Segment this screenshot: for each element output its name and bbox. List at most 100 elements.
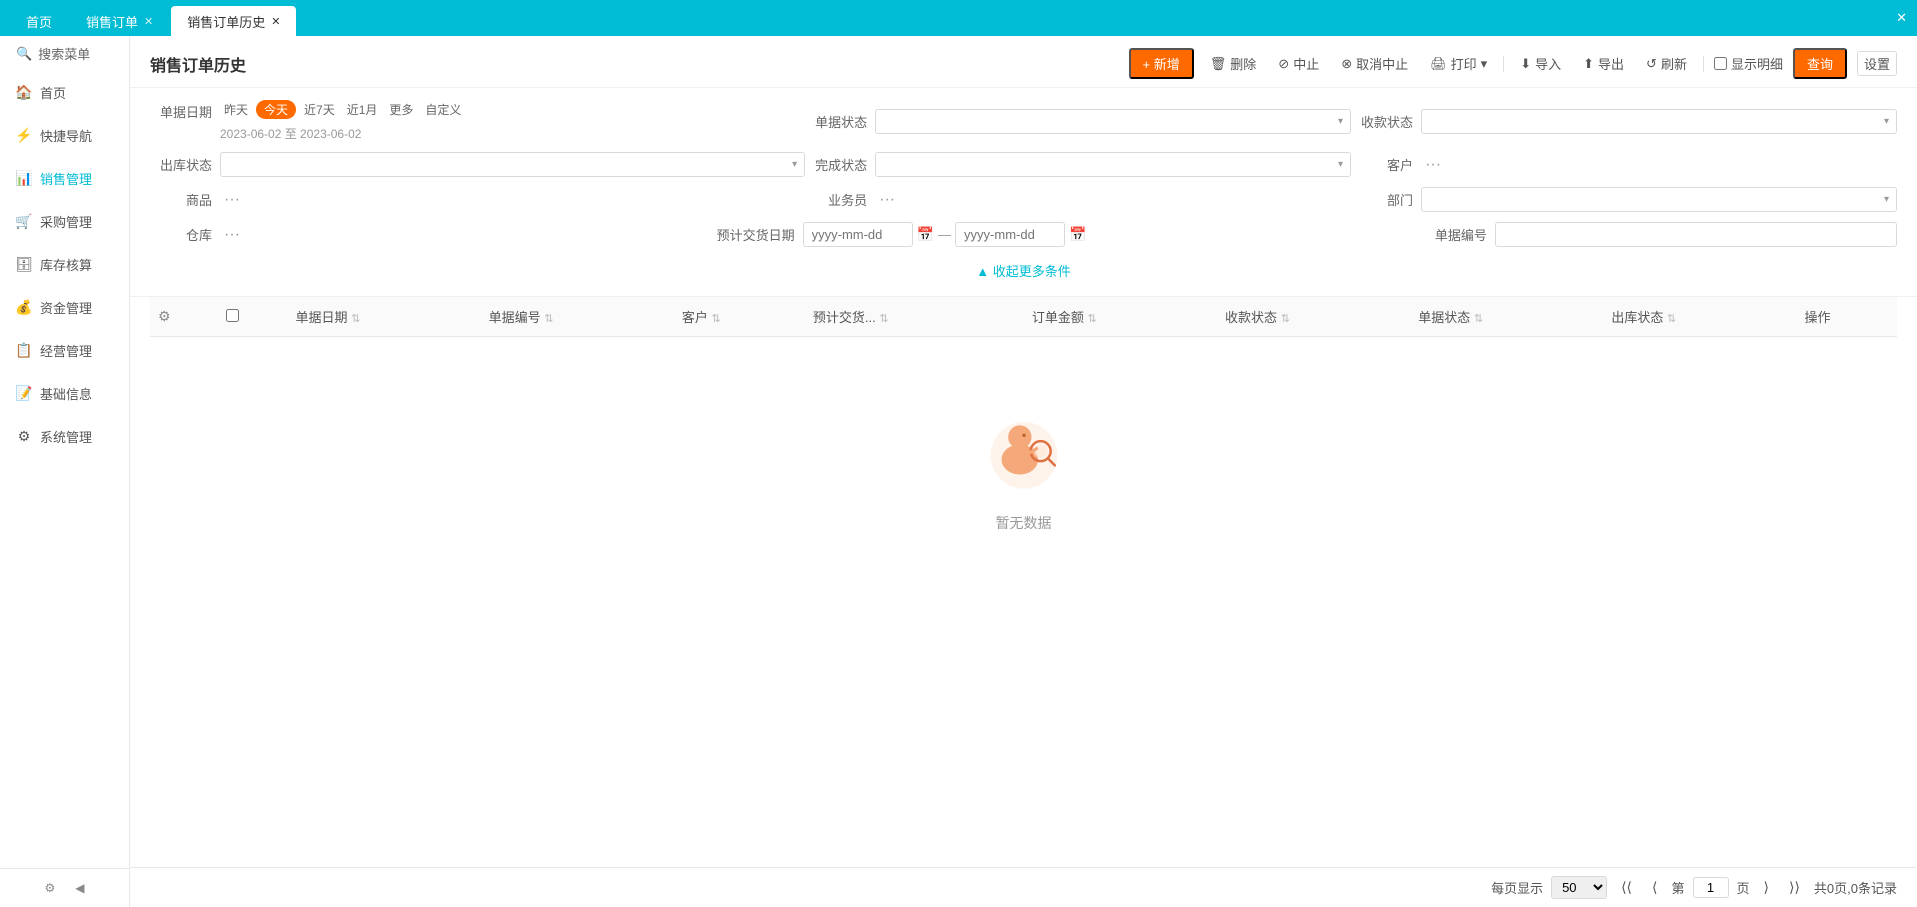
customer-dots-btn[interactable]: ···: [1421, 156, 1445, 174]
toolbar: + 新增 🗑 删除 ⊘ 中止 ⊗ 取消中止 🖨 打印 ▾: [1129, 48, 1897, 79]
delivery-date-col-header[interactable]: 预计交货... ⇅: [805, 297, 1024, 337]
filter-section: 单据日期 昨天 今天 近7天 近1月 更多 自定义 2023-06-02 至 2…: [130, 88, 1917, 297]
filter-row-1: 单据日期 昨天 今天 近7天 近1月 更多 自定义 2023-06-02 至 2…: [150, 100, 1897, 142]
date-separator: —: [938, 227, 951, 242]
select-all-checkbox[interactable]: [226, 309, 239, 322]
close-all-btn[interactable]: ✕: [1896, 10, 1907, 26]
display-toggle[interactable]: 显示明细: [1714, 54, 1783, 73]
operations-col-label: 操作: [1805, 310, 1831, 325]
order-status-col-header[interactable]: 单据状态 ⇅: [1410, 297, 1603, 337]
sidebar-search-label: 搜索菜单: [38, 44, 90, 63]
amount-col-header[interactable]: 订单金额 ⇅: [1024, 297, 1217, 337]
date-col-label: 单据日期: [296, 310, 348, 325]
funds-mgmt-icon: 💰: [16, 300, 32, 316]
next-page-btn[interactable]: ⟩: [1758, 877, 1775, 898]
delete-icon: 🗑: [1210, 56, 1227, 72]
prev-page-btn[interactable]: ⟨: [1646, 877, 1663, 898]
query-button[interactable]: 查询: [1793, 48, 1847, 79]
page-title: 销售订单历史: [150, 52, 246, 76]
export-button[interactable]: ⬆ 导出: [1577, 52, 1630, 75]
delete-button[interactable]: 🗑 删除: [1204, 52, 1263, 75]
payment-status-select[interactable]: 未收款 部分收款 已收款: [1421, 109, 1897, 134]
sidebar-item-quick-nav[interactable]: ⚡ 快捷导航: [0, 114, 129, 157]
product-dots-btn[interactable]: ···: [220, 191, 244, 209]
table-settings-btn[interactable]: ⚙: [158, 308, 171, 324]
filter-field-order-status: 单据状态 草稿 已审核 已关闭 ▾: [805, 109, 1351, 134]
refresh-button[interactable]: ↺ 刷新: [1640, 52, 1693, 75]
page-header: 销售订单历史 + 新增 🗑 删除 ⊘ 中止 ⊗ 取消中止 🖨 打印: [130, 36, 1917, 88]
delivery-status-select[interactable]: 未出库 部分出库 已出库: [220, 152, 805, 177]
date-btn-7days[interactable]: 近7天: [300, 100, 339, 119]
payment-status-select-wrap[interactable]: 未收款 部分收款 已收款 ▾: [1421, 109, 1897, 134]
display-toggle-checkbox[interactable]: [1714, 57, 1727, 70]
order-status-select[interactable]: 草稿 已审核 已关闭: [875, 109, 1351, 134]
date-col-header[interactable]: 单据日期 ⇅: [288, 297, 481, 337]
tab-sales-order-close[interactable]: ✕: [144, 15, 153, 28]
date-btn-yesterday[interactable]: 昨天: [220, 100, 252, 119]
delivery-status-select-wrap[interactable]: 未出库 部分出库 已出库 ▾: [220, 152, 805, 177]
footer: 每页显示 10 20 50 100 ⟨⟨ ⟨ 第 页 ⟩ ⟩⟩ 共0页,0条记录: [130, 867, 1917, 907]
collapse-link[interactable]: ▲ 收起更多条件: [976, 264, 1070, 279]
sidebar-item-sales-mgmt[interactable]: 📊 销售管理: [0, 157, 129, 200]
sidebar-settings-btn[interactable]: ⚙: [37, 877, 64, 899]
order-number-input[interactable]: [1495, 222, 1897, 247]
product-label: 商品: [150, 190, 220, 209]
page-input[interactable]: [1693, 877, 1729, 898]
tab-home[interactable]: 首页: [10, 6, 68, 36]
sidebar-item-inventory-calc[interactable]: 🗄 库存核算: [0, 243, 129, 286]
number-col-label: 单据编号: [489, 310, 541, 325]
delivery-date-to-cal[interactable]: 📅: [1069, 226, 1086, 243]
sidebar-item-purchase-mgmt[interactable]: 🛒 采购管理: [0, 200, 129, 243]
settings-col-header: ⚙: [150, 297, 218, 337]
warehouse-dots-btn[interactable]: ···: [220, 226, 244, 244]
order-status-select-wrap[interactable]: 草稿 已审核 已关闭 ▾: [875, 109, 1351, 134]
sidebar-item-home[interactable]: 🏠 首页: [0, 71, 129, 114]
sidebar-bottom: ⚙ ◀: [0, 868, 129, 907]
payment-status-col-header[interactable]: 收款状态 ⇅: [1217, 297, 1410, 337]
sidebar-search[interactable]: 🔍 搜索菜单: [0, 36, 129, 71]
date-btn-more[interactable]: 更多: [385, 100, 417, 119]
delivery-date-range: 📅 — 📅: [803, 222, 1425, 247]
delivery-status-col-header[interactable]: 出库状态 ⇅: [1603, 297, 1796, 337]
stop-button[interactable]: ⊘ 中止: [1272, 52, 1325, 75]
date-btn-custom[interactable]: 自定义: [421, 100, 465, 119]
delivery-date-from[interactable]: [803, 222, 913, 247]
per-page-select[interactable]: 10 20 50 100: [1551, 876, 1607, 899]
print-button[interactable]: 🖨 打印 ▾: [1424, 52, 1493, 75]
department-select[interactable]: [1421, 187, 1897, 212]
settings-button[interactable]: 设置: [1857, 51, 1897, 76]
date-btn-1month[interactable]: 近1月: [343, 100, 382, 119]
tab-sales-order-history[interactable]: 销售订单历史 ✕: [171, 6, 296, 36]
import-button[interactable]: ⬇ 导入: [1514, 52, 1567, 75]
complete-status-select-wrap[interactable]: 未完成 已完成 ▾: [875, 152, 1351, 177]
sidebar-item-funds-mgmt[interactable]: 💰 资金管理: [0, 286, 129, 329]
warehouse-label: 仓库: [150, 225, 220, 244]
delivery-date-label: 预计交货日期: [717, 225, 803, 244]
cancel-stop-button[interactable]: ⊗ 取消中止: [1335, 52, 1414, 75]
sidebar-item-operations-mgmt-label: 经营管理: [40, 341, 92, 360]
sidebar-item-basic-info[interactable]: 📝 基础信息: [0, 372, 129, 415]
first-page-btn[interactable]: ⟨⟨: [1615, 877, 1638, 898]
complete-status-select[interactable]: 未完成 已完成: [875, 152, 1351, 177]
date-btn-today[interactable]: 今天: [256, 100, 296, 119]
filter-row-3: 商品 ··· 业务员 ··· 部门 ▾: [150, 187, 1897, 212]
date-range-text: 2023-06-02 至 2023-06-02: [220, 125, 361, 142]
filter-field-customer: 客户 ···: [1351, 155, 1897, 174]
salesperson-dots-btn[interactable]: ···: [875, 191, 899, 209]
last-page-btn[interactable]: ⟩⟩: [1783, 877, 1806, 898]
date-label: 单据日期: [150, 102, 220, 121]
number-col-header[interactable]: 单据编号 ⇅: [481, 297, 674, 337]
customer-col-header[interactable]: 客户 ⇅: [674, 297, 805, 337]
tab-sales-order-history-close[interactable]: ✕: [271, 15, 280, 28]
page-label-before: 第: [1671, 878, 1684, 897]
sidebar-item-system-mgmt[interactable]: ⚙ 系统管理: [0, 415, 129, 458]
tab-sales-order[interactable]: 销售订单 ✕: [70, 6, 169, 36]
sidebar-item-operations-mgmt[interactable]: 📋 经营管理: [0, 329, 129, 372]
export-label: 导出: [1598, 54, 1624, 73]
delivery-date-to[interactable]: [955, 222, 1065, 247]
sidebar-collapse-btn[interactable]: ◀: [67, 877, 92, 899]
new-button[interactable]: + 新增: [1129, 48, 1194, 79]
department-select-wrap[interactable]: ▾: [1421, 187, 1897, 212]
delivery-date-from-cal[interactable]: 📅: [917, 226, 934, 243]
sidebar-item-home-label: 首页: [40, 83, 66, 102]
